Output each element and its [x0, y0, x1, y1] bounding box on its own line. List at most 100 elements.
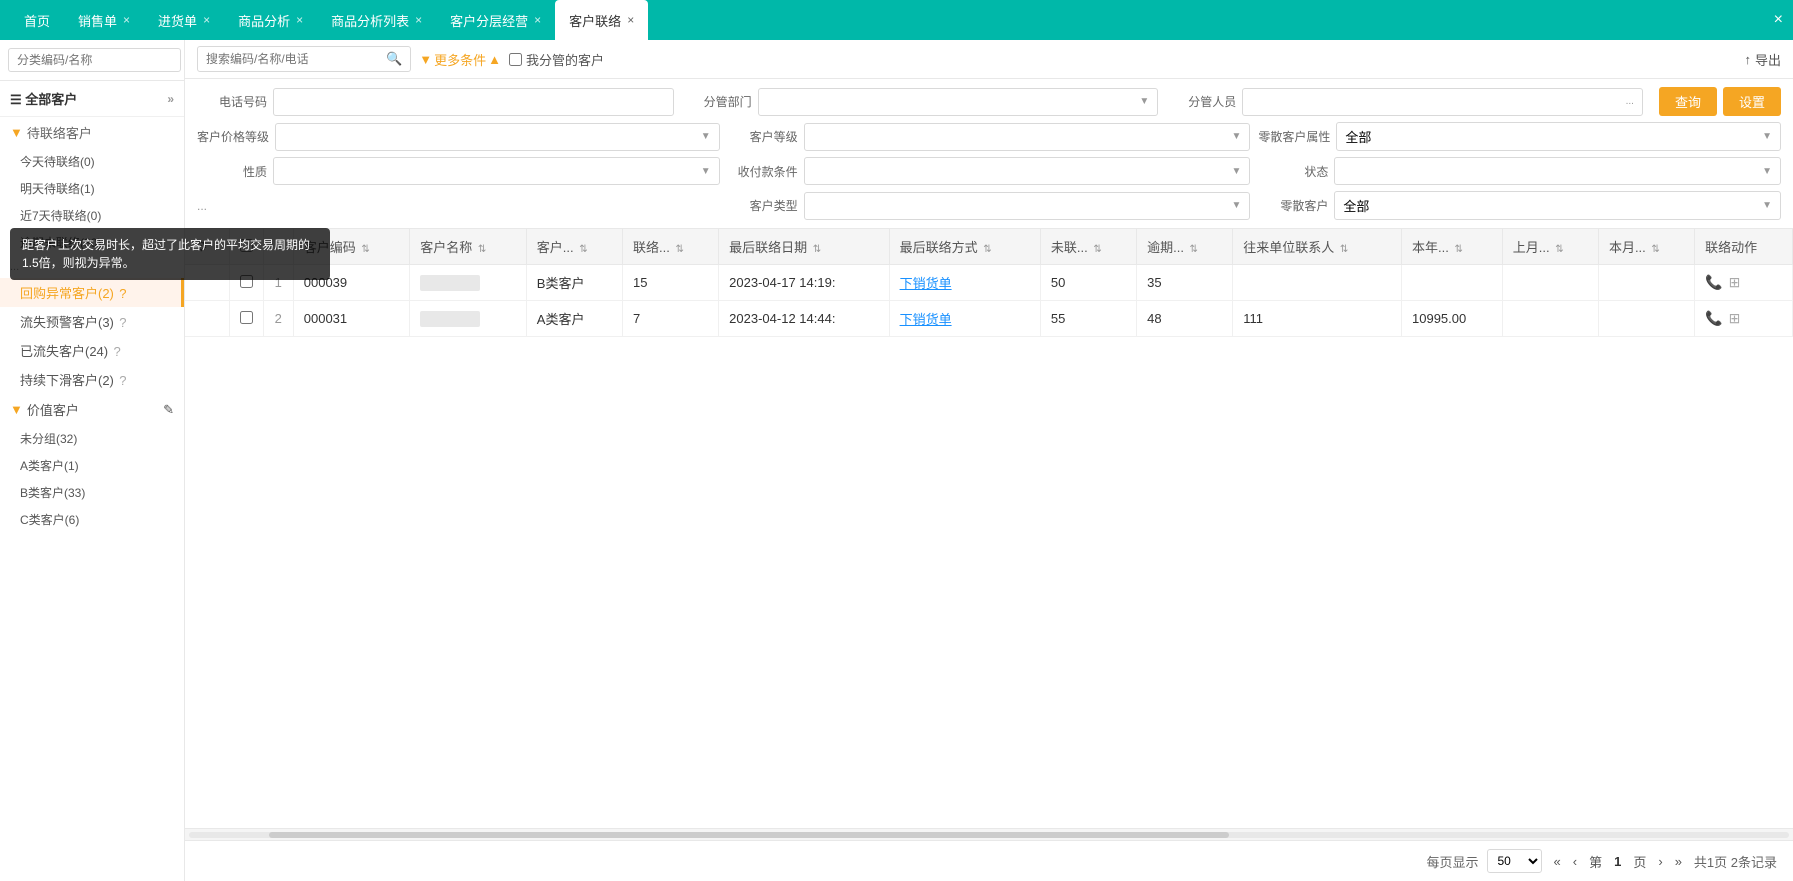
grid-icon[interactable]: ⊞ — [1729, 310, 1741, 327]
tooltip-box: 距客户上次交易时长，超过了此客户的平均交易周期的1.5倍，则视为异常。 — [10, 228, 185, 280]
continue-drop-item[interactable]: 持续下滑客户(2) ? — [0, 365, 184, 394]
td-name — [410, 265, 527, 301]
filter-status: 状态 ▼ — [1258, 157, 1781, 185]
filter-bar: 🔍 ▼ 更多条件 ▲ 我分管的客户 ↑ 导出 — [185, 40, 1793, 79]
th-this-year: 本年... ⇅ — [1402, 229, 1503, 265]
dept-select[interactable]: ▼ — [758, 88, 1159, 116]
my-customers-checkbox-wrap: 我分管的客户 — [509, 50, 604, 69]
more-conditions-arrow: ▲ — [488, 52, 501, 67]
sidebar-search-input[interactable] — [8, 48, 181, 72]
table-row: 2 000031 A类客户 7 2023-04-12 14:44: 下销货单 5… — [185, 301, 1793, 337]
nav-close-商品分析列表[interactable]: × — [415, 13, 422, 27]
nav-close-客户分层经营[interactable]: × — [534, 13, 541, 27]
call-icon[interactable]: 📞 — [1705, 310, 1722, 327]
price-level-select[interactable]: ▼ — [275, 123, 720, 151]
repeat-abnormal-item[interactable]: 回购异常客户(2) ? — [0, 278, 184, 307]
my-customers-checkbox[interactable] — [509, 53, 522, 66]
query-button[interactable]: 查询 — [1659, 87, 1717, 116]
cust-type-select[interactable]: ▼ — [804, 192, 1251, 220]
wait-contact-item[interactable]: 近7天待联络(0) — [0, 202, 184, 229]
main-search-icon[interactable]: 🔍 — [386, 51, 402, 67]
td-contact-count: 7 — [622, 301, 718, 337]
nav-item-首页[interactable]: 首页 — [10, 0, 64, 40]
scrollbar-track — [189, 832, 1789, 838]
td-uncontacted: 55 — [1040, 301, 1136, 337]
scrollbar-thumb[interactable] — [269, 832, 1229, 838]
next-page-btn[interactable]: › — [1654, 852, 1666, 871]
value-item[interactable]: C类客户(6) — [0, 506, 184, 533]
phone-input[interactable] — [273, 88, 674, 116]
value-customers-label: 价值客户 — [27, 400, 79, 419]
status-label: 状态 — [1258, 163, 1328, 180]
nature-select[interactable]: ▼ — [273, 157, 720, 185]
current-page-num[interactable]: 1 — [1610, 852, 1625, 871]
last-page-btn[interactable]: » — [1671, 852, 1686, 871]
sidebar-search-bar: 🔍 — [0, 40, 184, 81]
cust-level-label: 客户等级 — [728, 128, 798, 145]
row-checkbox[interactable] — [240, 311, 253, 324]
nav-close-客户联络[interactable]: × — [627, 13, 634, 27]
td-action: 📞 ⊞ — [1695, 301, 1793, 337]
value-item[interactable]: B类客户(33) — [0, 479, 184, 506]
call-icon[interactable]: 📞 — [1705, 274, 1722, 291]
last-method-link[interactable]: 下销货单 — [900, 312, 952, 327]
per-page-select[interactable]: 50 100 200 — [1487, 849, 1542, 873]
lost-predict-item[interactable]: 流失预警客户(3) ? — [0, 307, 184, 336]
th-last-date: 最后联络日期 ⇅ — [719, 229, 889, 265]
pagination-bar: 每页显示 50 100 200 « ‹ 第 1 页 › » 共1页 2条记录 — [185, 840, 1793, 881]
value-item[interactable]: 未分组(32) — [0, 425, 184, 452]
wait-contact-item[interactable]: 明天待联络(1) — [0, 175, 184, 202]
nav-item-进货单[interactable]: 进货单 × — [144, 0, 224, 40]
cust-level-select[interactable]: ▼ — [804, 123, 1251, 151]
collapse-icon[interactable]: » — [167, 92, 174, 106]
payment-select[interactable]: ▼ — [804, 157, 1251, 185]
value-item[interactable]: A类客户(1) — [0, 452, 184, 479]
nav-close-进货单[interactable]: × — [203, 13, 210, 27]
wait-contact-item[interactable]: 今天待联络(0) — [0, 148, 184, 175]
scatter-attr-label: 零散客户属性 — [1258, 128, 1330, 145]
nav-close-商品分析[interactable]: × — [296, 13, 303, 27]
horizontal-scrollbar[interactable] — [185, 828, 1793, 840]
filter-more-dots: ... — [197, 199, 720, 213]
td-overdue: 35 — [1137, 265, 1233, 301]
more-conditions-btn[interactable]: ▼ 更多条件 ▲ — [419, 50, 501, 69]
nav-close-销售单[interactable]: × — [123, 13, 130, 27]
already-lost-item[interactable]: 已流失客户(24) ? — [0, 336, 184, 365]
lost-predict-help[interactable]: ? — [119, 315, 126, 330]
grid-icon[interactable]: ⊞ — [1729, 274, 1741, 291]
value-customers-edit-icon[interactable]: ✎ — [163, 402, 174, 418]
customer-table: ⚙ 客户编码 ⇅ 客户名称 ⇅ 客户... ⇅ 联络... ⇅ 最后联络日期 ⇅… — [185, 229, 1793, 337]
td-contact-person: 111 — [1233, 301, 1402, 337]
continue-drop-help[interactable]: ? — [119, 373, 126, 388]
repeat-abnormal-help[interactable]: ? — [119, 286, 126, 301]
prev-page-btn[interactable]: ‹ — [1569, 852, 1581, 871]
already-lost-help[interactable]: ? — [113, 344, 120, 359]
first-page-btn[interactable]: « — [1550, 852, 1565, 871]
close-all-button[interactable]: × — [1774, 11, 1783, 29]
wait-contact-section[interactable]: ▼ 待联络客户 — [0, 117, 184, 148]
th-this-month: 本月... ⇅ — [1598, 229, 1694, 265]
value-customers-section[interactable]: ▼ 价值客户 ✎ — [0, 394, 184, 425]
filter-row-2: 客户价格等级 ▼ 客户等级 ▼ 零散客户属性 全部▼ — [197, 122, 1781, 151]
more-conditions-label: 更多条件 — [434, 50, 486, 69]
status-select[interactable]: ▼ — [1334, 157, 1781, 185]
nav-item-商品分析列表[interactable]: 商品分析列表 × — [317, 0, 436, 40]
more-dots-btn[interactable]: ... — [197, 199, 207, 213]
th-name: 客户名称 ⇅ — [410, 229, 527, 265]
filter-row-1: 电话号码 分管部门 ▼ 分管人员 ... 查询 设置 — [197, 87, 1781, 116]
main-search-input[interactable] — [206, 52, 386, 66]
manager-label: 分管人员 — [1166, 93, 1236, 110]
all-customers-header[interactable]: ☰ 全部客户 » — [0, 81, 184, 117]
nav-item-销售单[interactable]: 销售单 × — [64, 0, 144, 40]
export-button[interactable]: ↑ 导出 — [1744, 50, 1781, 69]
nav-item-客户联络[interactable]: 客户联络 × — [555, 0, 648, 40]
nav-item-客户分层经营[interactable]: 客户分层经营 × — [436, 0, 555, 40]
manager-select[interactable]: ... — [1242, 88, 1643, 116]
last-method-link[interactable]: 下销货单 — [900, 276, 952, 291]
nature-arrow: ▼ — [701, 166, 711, 177]
td-this-year — [1402, 265, 1503, 301]
scatter-cust-select[interactable]: 全部▼ — [1334, 191, 1781, 220]
scatter-attr-select[interactable]: 全部▼ — [1336, 122, 1781, 151]
nav-item-商品分析[interactable]: 商品分析 × — [224, 0, 317, 40]
settings-button[interactable]: 设置 — [1723, 87, 1781, 116]
